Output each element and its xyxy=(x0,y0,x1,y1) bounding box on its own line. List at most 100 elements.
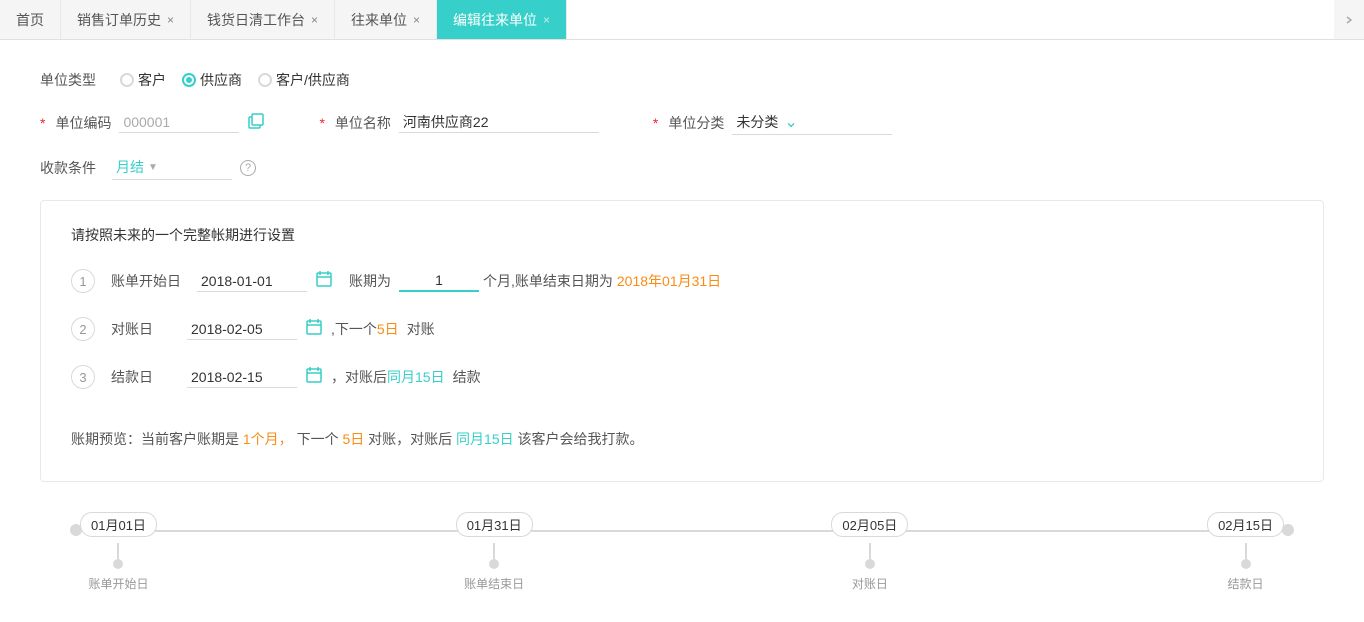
step-1-date-input[interactable] xyxy=(197,271,307,292)
step-2-desc-prefix: ,下一个 xyxy=(331,319,377,339)
payment-chevron-icon: ▼ xyxy=(148,162,158,173)
step-1-num: 1 xyxy=(71,269,95,293)
radio-customer[interactable]: 客户 xyxy=(120,70,166,90)
unit-type-row: 单位类型 客户 供应商 客户/供应商 xyxy=(40,70,1324,90)
radio-supplier-label: 供应商 xyxy=(200,70,242,90)
tab-cash-work[interactable]: 钱货日清工作台 × xyxy=(191,0,335,39)
timeline-badge-2: 01月31日 xyxy=(456,512,533,537)
timeline-point-2: 01月31日 账单结束日 xyxy=(456,512,533,592)
radio-customer-label: 客户 xyxy=(138,70,166,90)
help-icon[interactable]: ? xyxy=(240,160,256,176)
tab-partner-label: 往来单位 xyxy=(351,10,407,30)
payment-select[interactable]: 月结 ▼ xyxy=(112,155,232,180)
timeline-end-dot xyxy=(1282,524,1294,536)
unit-category-star: * xyxy=(653,115,658,131)
preview-h2: 5日 xyxy=(342,431,364,447)
unit-name-label: 单位名称 xyxy=(335,113,391,133)
timeline-badge-4: 02月15日 xyxy=(1207,512,1284,537)
timeline-label-3: 对账日 xyxy=(852,575,888,592)
preview-h1: 1个月， xyxy=(243,431,293,447)
timeline-point-3: 02月05日 对账日 xyxy=(831,512,908,592)
radio-supplier[interactable]: 供应商 xyxy=(182,70,242,90)
step-2-date-input[interactable] xyxy=(187,319,297,340)
tab-cash-work-close[interactable]: × xyxy=(311,13,318,27)
timeline-connector-4 xyxy=(1245,543,1247,559)
timeline-connector-1 xyxy=(117,543,119,559)
payment-label: 收款条件 xyxy=(40,158,96,178)
unit-category-field: * 单位分类 未分类 ⌄ xyxy=(653,110,892,135)
unit-name-star: * xyxy=(319,115,324,131)
step-3-desc-highlight: 同月15日 xyxy=(387,367,445,387)
timeline-dot-4 xyxy=(1241,559,1251,569)
tab-partner[interactable]: 往来单位 × xyxy=(335,0,437,39)
step-3-num: 3 xyxy=(71,365,95,389)
unit-category-select[interactable]: 未分类 ⌄ xyxy=(732,110,892,135)
step-3-row: 3 结款日 ，对账后 同月15日 结款 xyxy=(71,365,1293,389)
step-3-label: 结款日 xyxy=(111,367,171,387)
timeline-label-4: 结款日 xyxy=(1228,575,1264,592)
radio-customer-circle xyxy=(120,73,134,87)
step-3-desc-suffix: 结款 xyxy=(453,367,481,387)
timeline-connector-3 xyxy=(869,543,871,559)
step-2-label: 对账日 xyxy=(111,319,171,339)
step-2-desc-highlight: 5日 xyxy=(377,319,399,339)
radio-group: 客户 供应商 客户/供应商 xyxy=(120,70,350,90)
step-1-period-label: 账期为 xyxy=(349,271,391,291)
timeline-dot-3 xyxy=(865,559,875,569)
tab-home[interactable]: 首页 xyxy=(0,0,61,39)
timeline-label-2: 账单结束日 xyxy=(464,575,524,592)
tab-bar: 首页 销售订单历史 × 钱货日清工作台 × 往来单位 × 编辑往来单位 × xyxy=(0,0,1364,40)
tab-sales-history[interactable]: 销售订单历史 × xyxy=(61,0,191,39)
tab-cash-work-label: 钱货日清工作台 xyxy=(207,10,305,30)
tab-edit-partner[interactable]: 编辑往来单位 × xyxy=(437,0,567,39)
section-title: 请按照未来的一个完整帐期进行设置 xyxy=(71,225,1293,245)
step-1-label: 账单开始日 xyxy=(111,271,181,291)
classify-arrow-icon: ⌄ xyxy=(784,112,797,132)
step-3-cal-icon[interactable] xyxy=(305,366,323,389)
step-2-cal-icon[interactable] xyxy=(305,318,323,341)
tab-more-chevron[interactable] xyxy=(1334,0,1364,39)
payment-select-value: 月结 xyxy=(116,157,144,177)
unit-code-field: * 单位编码 xyxy=(40,112,265,133)
step-1-period-unit: 个月,账单结束日期为 xyxy=(483,271,613,291)
unit-type-field: 单位类型 xyxy=(40,70,96,90)
step-1-cal-icon[interactable] xyxy=(315,270,333,293)
preview-prefix: 账期预览：当前客户账期是 xyxy=(71,431,239,447)
tab-home-label: 首页 xyxy=(16,10,44,30)
tab-edit-partner-close[interactable]: × xyxy=(543,13,550,27)
unit-code-label: 单位编码 xyxy=(55,113,111,133)
copy-icon[interactable] xyxy=(247,112,265,133)
timeline-start-dot xyxy=(70,524,82,536)
preview-text: 账期预览：当前客户账期是 1个月， 下一个 5日 对账，对账后 同月15日 该客… xyxy=(71,413,1293,457)
tab-edit-partner-label: 编辑往来单位 xyxy=(453,10,537,30)
unit-code-star: * xyxy=(40,115,45,131)
timeline: 01月01日 账单开始日 01月31日 账单结束日 02月05日 xyxy=(40,502,1324,602)
payment-field: 收款条件 月结 ▼ ? xyxy=(40,155,256,180)
timeline-dot-2 xyxy=(489,559,499,569)
unit-info-row: * 单位编码 * 单位名称 * 单位分类 未分类 ⌄ xyxy=(40,110,1324,135)
period-input[interactable] xyxy=(399,270,479,292)
radio-both[interactable]: 客户/供应商 xyxy=(258,70,350,90)
timeline-point-1: 01月01日 账单开始日 xyxy=(80,512,157,592)
radio-both-circle xyxy=(258,73,272,87)
step-2-desc-suffix: 对账 xyxy=(407,319,435,339)
preview-h3: 同月15日 xyxy=(456,431,514,447)
step-3-desc-prefix: ，对账后 xyxy=(331,367,387,387)
timeline-badge-3: 02月05日 xyxy=(831,512,908,537)
main-content: 单位类型 客户 供应商 客户/供应商 * 单位编码 xyxy=(0,40,1364,622)
section-box: 请按照未来的一个完整帐期进行设置 1 账单开始日 账期为 个月,账单结束日期为 … xyxy=(40,200,1324,482)
preview-mid: 下一个 xyxy=(297,431,339,447)
unit-category-label: 单位分类 xyxy=(668,113,724,133)
preview-mid2: 对账，对账后 xyxy=(368,431,452,447)
timeline-badge-1: 01月01日 xyxy=(80,512,157,537)
step-3-date-input[interactable] xyxy=(187,367,297,388)
tab-sales-history-close[interactable]: × xyxy=(167,13,174,27)
unit-code-input[interactable] xyxy=(119,112,239,133)
unit-name-input[interactable] xyxy=(399,112,599,133)
step-1-period-end: 2018年01月31日 xyxy=(617,271,721,291)
unit-type-label: 单位类型 xyxy=(40,70,96,90)
unit-category-value: 未分类 xyxy=(736,112,778,132)
step-2-num: 2 xyxy=(71,317,95,341)
tab-partner-close[interactable]: × xyxy=(413,13,420,27)
step-2-row: 2 对账日 ,下一个 5日 对账 xyxy=(71,317,1293,341)
